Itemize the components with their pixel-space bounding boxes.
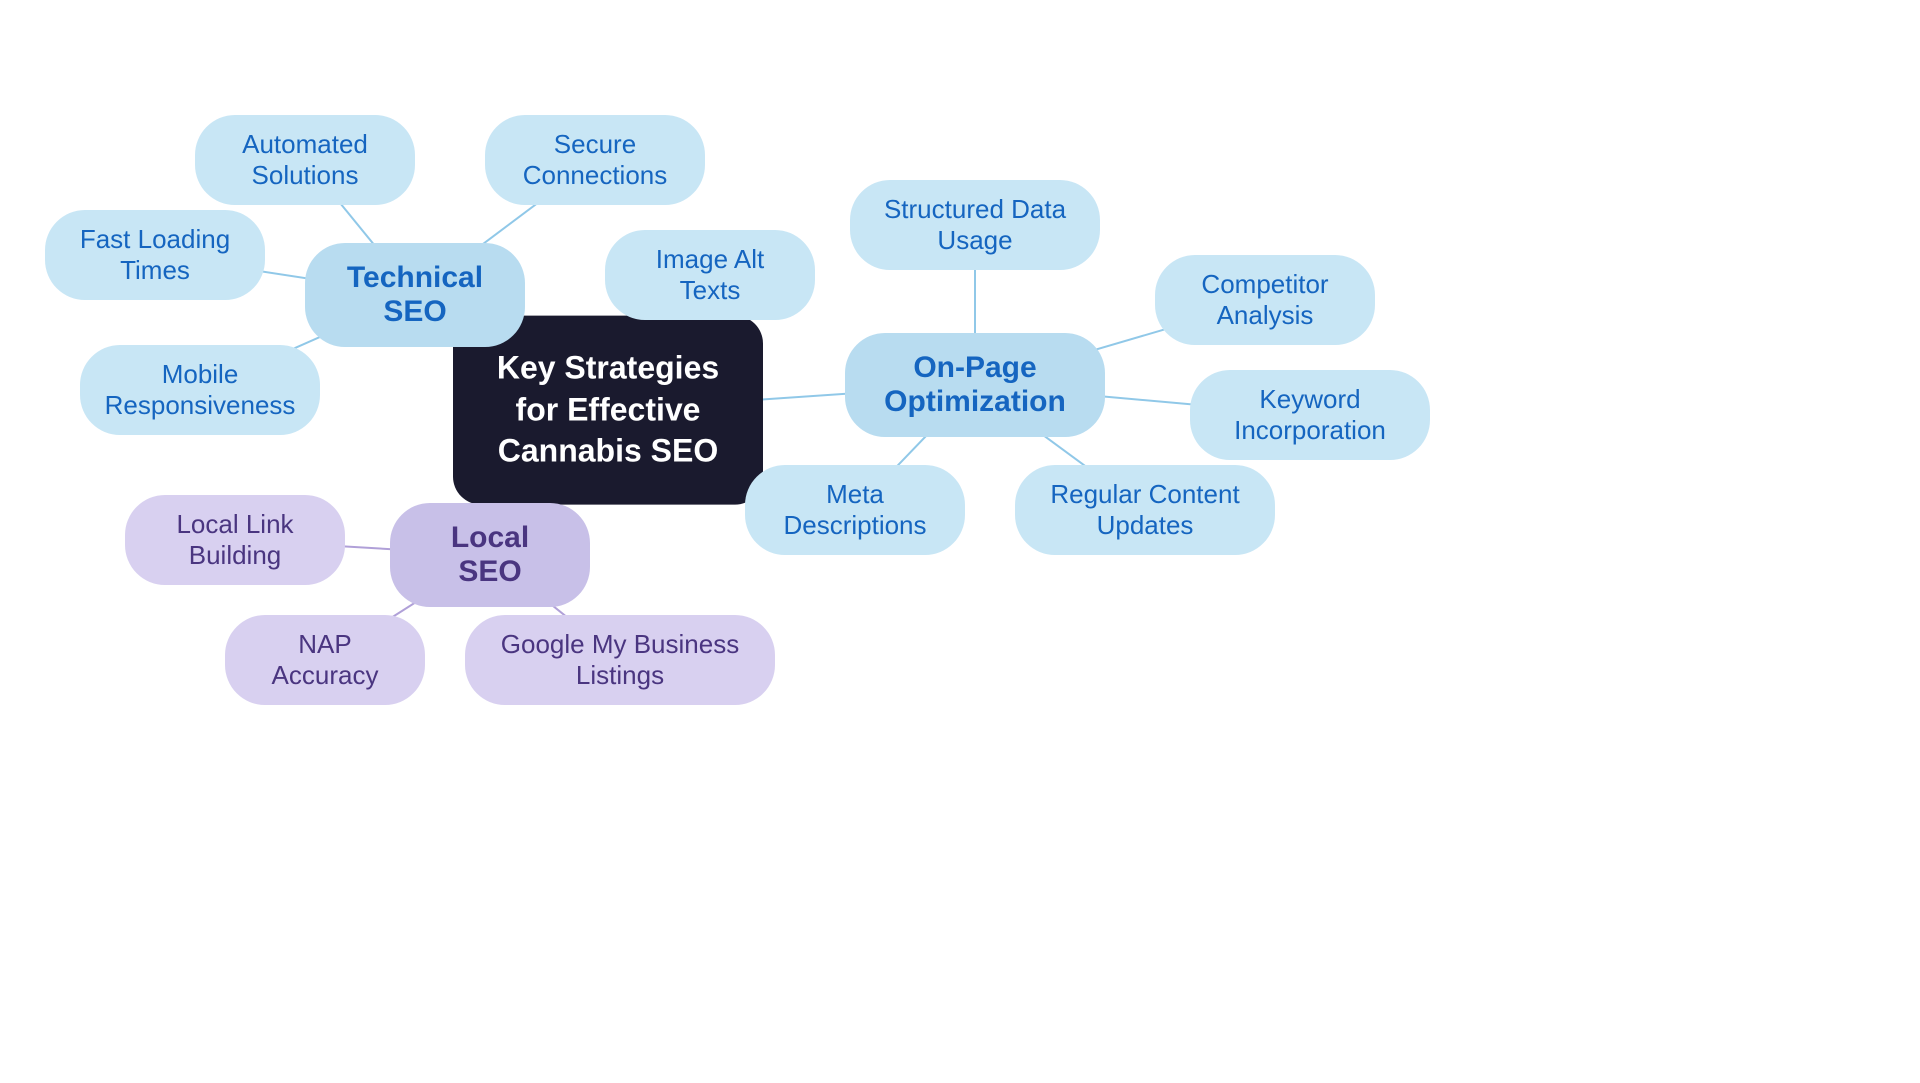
- keyword-incorporation-node: Keyword Incorporation: [1190, 370, 1430, 460]
- nap-accuracy-node: NAP Accuracy: [225, 615, 425, 705]
- on-page-optimization-node: On-Page Optimization: [845, 333, 1105, 437]
- fast-loading-times-node: Fast Loading Times: [45, 210, 265, 300]
- automated-solutions-node: Automated Solutions: [195, 115, 415, 205]
- competitor-analysis-node: Competitor Analysis: [1155, 255, 1375, 345]
- mobile-responsiveness-node: Mobile Responsiveness: [80, 345, 320, 435]
- secure-connections-node: Secure Connections: [485, 115, 705, 205]
- meta-descriptions-node: Meta Descriptions: [745, 465, 965, 555]
- local-link-building-node: Local Link Building: [125, 495, 345, 585]
- google-my-business-listings-node: Google My Business Listings: [465, 615, 775, 705]
- local-seo-node: Local SEO: [390, 503, 590, 607]
- image-alt-texts-node: Image Alt Texts: [605, 230, 815, 320]
- structured-data-usage-node: Structured Data Usage: [850, 180, 1100, 270]
- regular-content-updates-node: Regular Content Updates: [1015, 465, 1275, 555]
- mindmap-container: Key Strategies for Effective Cannabis SE…: [0, 0, 1920, 1083]
- technical-seo-node: Technical SEO: [305, 243, 525, 347]
